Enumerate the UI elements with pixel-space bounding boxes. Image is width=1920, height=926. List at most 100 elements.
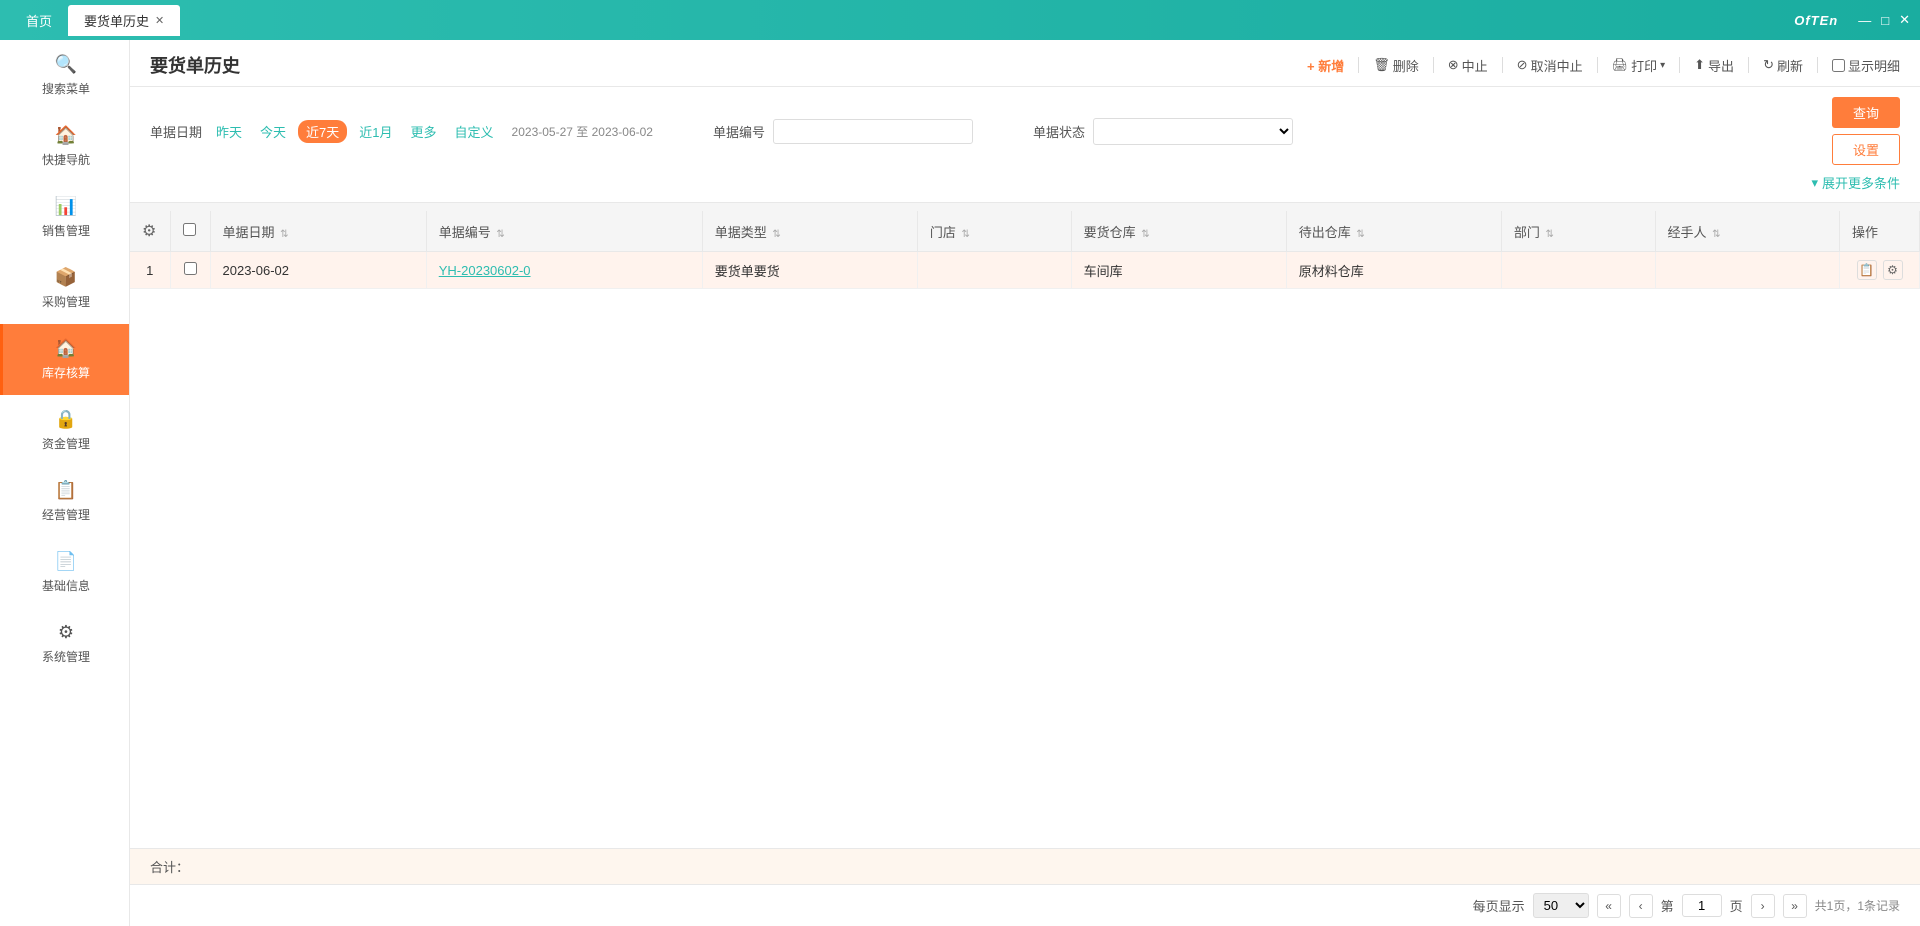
last-page-btn[interactable]: »	[1783, 894, 1807, 918]
system-icon: ⚙	[58, 622, 74, 643]
date-btn-custom[interactable]: 自定义	[449, 120, 500, 143]
main-layout: 🔍 搜索菜单 🏠 快捷导航 📊 销售管理 📦 采购管理 🏠 库存核算 🔒 资金管…	[0, 40, 1920, 926]
date-btn-1month[interactable]: 近1月	[353, 120, 398, 143]
sidebar-item-label: 基础信息	[42, 577, 90, 594]
col-settings[interactable]: ⚙	[130, 211, 170, 252]
quick-nav-icon: 🏠	[55, 125, 77, 146]
col-pending-warehouse: 待出仓库 ⇅	[1286, 211, 1501, 252]
print-icon: 🖨	[1612, 57, 1629, 73]
sort-icon-doc-no[interactable]: ⇅	[496, 229, 504, 240]
status-filter: 单据状态	[1033, 118, 1293, 145]
col-department-label: 部门	[1514, 225, 1540, 240]
stop-button[interactable]: ⊗ 中止	[1448, 56, 1488, 75]
sidebar-item-label: 系统管理	[42, 648, 90, 665]
sort-icon-store[interactable]: ⇅	[962, 229, 970, 240]
date-btn-yesterday[interactable]: 昨天	[210, 120, 248, 143]
table-body: 1 2023-06-02 YH-20230602-0 要货单要货 车间库 原材料…	[130, 252, 1920, 289]
row-select-checkbox[interactable]	[184, 262, 197, 275]
sort-icon-pending-warehouse[interactable]: ⇅	[1356, 229, 1364, 240]
sort-icon-doc-date[interactable]: ⇅	[280, 229, 288, 240]
divider7	[1817, 57, 1818, 73]
sidebar-item-finance[interactable]: 🔒 资金管理	[0, 395, 129, 466]
display-detail-button[interactable]: 显示明细	[1832, 56, 1900, 75]
table-row: 1 2023-06-02 YH-20230602-0 要货单要货 车间库 原材料…	[130, 252, 1920, 289]
sort-icon-doc-type[interactable]: ⇅	[772, 229, 780, 240]
delete-button[interactable]: 🗑 删除	[1373, 56, 1419, 75]
sidebar-item-inventory[interactable]: 🏠 库存核算	[0, 324, 129, 395]
cancel-stop-label: 取消中止	[1531, 56, 1583, 75]
refresh-button[interactable]: ↻ 刷新	[1763, 56, 1803, 75]
cancel-stop-button[interactable]: ⊘ 取消中止	[1517, 56, 1583, 75]
minimize-btn[interactable]: —	[1858, 13, 1871, 28]
col-handler: 经手人 ⇅	[1655, 211, 1839, 252]
col-doc-type: 单据类型 ⇅	[702, 211, 917, 252]
sidebar-item-search-menu[interactable]: 🔍 搜索菜单	[0, 40, 129, 111]
date-btn-7days[interactable]: 近7天	[298, 120, 347, 143]
filter-settings-button[interactable]: 设置	[1832, 134, 1900, 165]
col-checkbox	[170, 211, 210, 252]
tab-close-icon[interactable]: ✕	[155, 14, 164, 27]
sidebar-item-label: 库存核算	[42, 364, 90, 381]
display-detail-checkbox[interactable]	[1832, 59, 1845, 72]
sidebar-item-sales[interactable]: 📊 销售管理	[0, 182, 129, 253]
refresh-icon: ↻	[1763, 57, 1774, 73]
page-header: 要货单历史 + 新增 🗑 删除 ⊗ 中止 ⊘ 取消中止	[130, 40, 1920, 87]
tab-requisition-history[interactable]: 要货单历史 ✕	[68, 5, 180, 36]
query-button[interactable]: 查询	[1832, 97, 1900, 128]
per-page-label: 每页显示	[1473, 896, 1525, 915]
row-doc-no[interactable]: YH-20230602-0	[426, 252, 702, 289]
sidebar-item-basic-info[interactable]: 📄 基础信息	[0, 537, 129, 608]
refresh-label: 刷新	[1777, 56, 1803, 75]
first-page-btn[interactable]: «	[1597, 894, 1621, 918]
status-select[interactable]	[1093, 118, 1293, 145]
sidebar-item-purchase[interactable]: 📦 采购管理	[0, 253, 129, 324]
close-btn[interactable]: ✕	[1899, 12, 1910, 28]
sort-icon-req-warehouse[interactable]: ⇅	[1141, 229, 1149, 240]
new-button[interactable]: + 新增	[1307, 56, 1344, 75]
sort-icon-department[interactable]: ⇅	[1545, 229, 1553, 240]
table-area: ⚙ 单据日期 ⇅ 单据编号 ⇅	[130, 211, 1920, 848]
sidebar-item-label: 搜索菜单	[42, 80, 90, 97]
col-handler-label: 经手人	[1668, 225, 1707, 240]
divider1	[1358, 57, 1359, 73]
docno-label: 单据编号	[713, 122, 765, 141]
export-button[interactable]: ⬆ 导出	[1694, 56, 1734, 75]
maximize-btn[interactable]: □	[1881, 13, 1889, 28]
page-number-input[interactable]	[1682, 894, 1722, 917]
sidebar-item-quick-nav[interactable]: 🏠 快捷导航	[0, 111, 129, 182]
row-store	[917, 252, 1071, 289]
print-label: 打印	[1631, 56, 1657, 75]
row-checkbox[interactable]	[170, 252, 210, 289]
export-icon: ⬆	[1694, 57, 1705, 73]
stop-icon: ⊗	[1448, 57, 1459, 73]
view-action-icon[interactable]: 📋	[1857, 260, 1877, 280]
window-controls: OfTEn — □ ✕	[1794, 12, 1910, 28]
date-btn-today[interactable]: 今天	[254, 120, 292, 143]
page-label: 第	[1661, 896, 1674, 915]
divider3	[1502, 57, 1503, 73]
tab-home[interactable]: 首页	[10, 5, 68, 36]
sidebar-item-system[interactable]: ⚙ 系统管理	[0, 608, 129, 679]
basic-info-icon: 📄	[55, 551, 77, 572]
divider6	[1748, 57, 1749, 73]
next-page-btn[interactable]: ›	[1751, 894, 1775, 918]
row-doc-type: 要货单要货	[702, 252, 917, 289]
col-doc-date: 单据日期 ⇅	[210, 211, 426, 252]
expand-more-button[interactable]: ▾ 展开更多条件	[1811, 173, 1900, 192]
sidebar-item-operations[interactable]: 📋 经营管理	[0, 466, 129, 537]
print-button[interactable]: 🖨 打印 ▾	[1612, 56, 1666, 75]
sort-icon-handler[interactable]: ⇅	[1712, 229, 1720, 240]
docno-input[interactable]	[773, 119, 973, 144]
edit-action-icon[interactable]: ⚙	[1883, 260, 1903, 280]
action-icons: 📋 ⚙	[1852, 260, 1907, 280]
table-header: ⚙ 单据日期 ⇅ 单据编号 ⇅	[130, 211, 1920, 252]
col-gear-icon[interactable]: ⚙	[142, 223, 156, 240]
date-btn-more[interactable]: 更多	[405, 120, 443, 143]
date-range-display: 2023-05-27 至 2023-06-02	[512, 123, 653, 140]
finance-icon: 🔒	[55, 409, 77, 430]
per-page-select[interactable]: 20 50 100	[1533, 893, 1589, 918]
date-label: 单据日期	[150, 122, 202, 141]
prev-page-btn[interactable]: ‹	[1629, 894, 1653, 918]
date-filter: 单据日期 昨天 今天 近7天 近1月 更多 自定义 2023-05-27 至 2…	[150, 120, 653, 143]
select-all-checkbox[interactable]	[183, 223, 196, 236]
